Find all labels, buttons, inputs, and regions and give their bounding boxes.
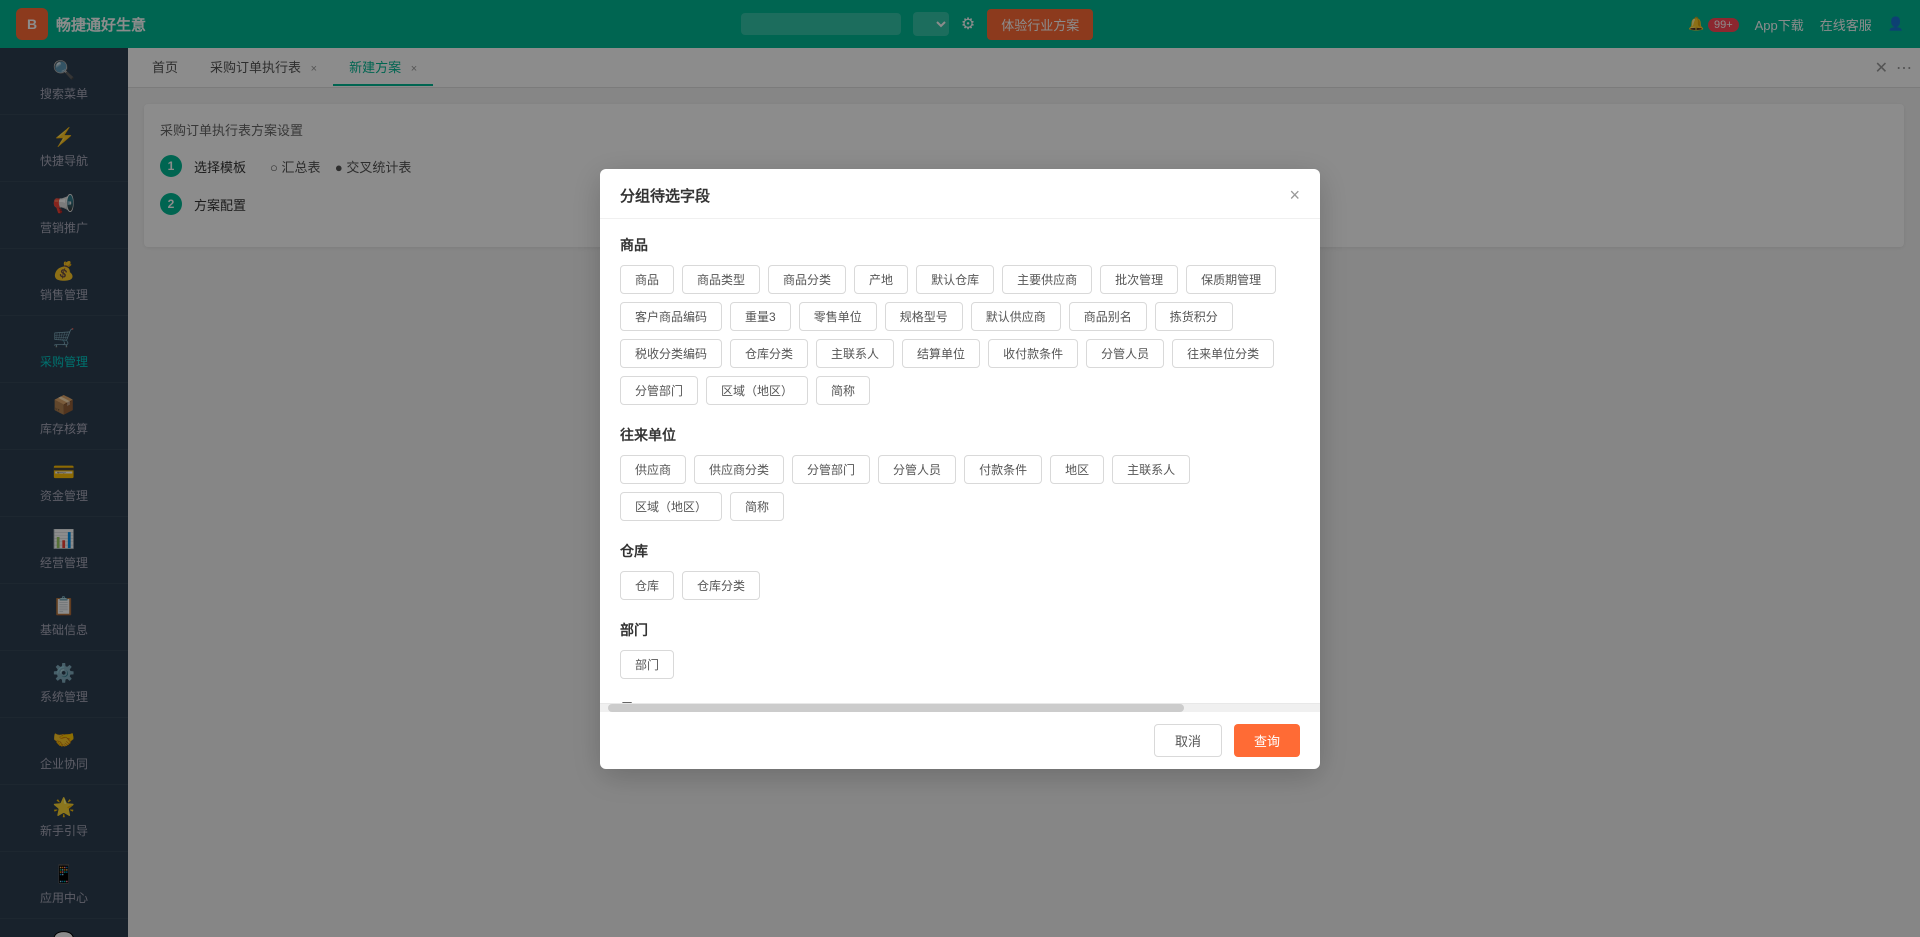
field-section-1: 往来单位供应商供应商分类分管部门分管人员付款条件地区主联系人区域（地区） 简称 [620, 425, 1300, 521]
section-title-3: 部门 [620, 620, 1300, 640]
field-tag-0-8[interactable]: 客户商品编码 [620, 302, 722, 331]
field-tag-0-23[interactable]: 区域（地区） [706, 376, 808, 405]
field-tag-0-19[interactable]: 收付款条件 [988, 339, 1078, 368]
modal-close-button[interactable]: × [1289, 185, 1300, 206]
section-title-2: 仓库 [620, 541, 1300, 561]
field-tag-0-17[interactable]: 主联系人 [816, 339, 894, 368]
field-tag-0-1[interactable]: 商品类型 [682, 265, 760, 294]
modal-footer: 取消 查询 [600, 711, 1320, 769]
field-section-3: 部门部门 [620, 620, 1300, 679]
field-tag-2-1[interactable]: 仓库分类 [682, 571, 760, 600]
field-tag-0-7[interactable]: 保质期管理 [1186, 265, 1276, 294]
field-section-0: 商品商品商品类型商品分类产地默认仓库主要供应商批次管理保质期管理客户商品编码重量… [620, 235, 1300, 405]
field-tag-0-20[interactable]: 分管人员 [1086, 339, 1164, 368]
field-tag-0-22[interactable]: 分管部门 [620, 376, 698, 405]
field-tag-1-3[interactable]: 分管人员 [878, 455, 956, 484]
field-tag-0-21[interactable]: 往来单位分类 [1172, 339, 1274, 368]
field-tag-0-9[interactable]: 重量3 [730, 302, 791, 331]
field-tag-0-12[interactable]: 默认供应商 [971, 302, 1061, 331]
field-tag-1-7[interactable]: 区域（地区） [620, 492, 722, 521]
section-title-1: 往来单位 [620, 425, 1300, 445]
field-tag-1-1[interactable]: 供应商分类 [694, 455, 784, 484]
confirm-button[interactable]: 查询 [1234, 724, 1300, 757]
field-tag-1-8[interactable]: 简称 [730, 492, 784, 521]
fields-grid-0: 商品商品类型商品分类产地默认仓库主要供应商批次管理保质期管理客户商品编码重量3 零… [620, 265, 1300, 405]
field-tag-0-5[interactable]: 主要供应商 [1002, 265, 1092, 294]
field-tag-0-2[interactable]: 商品分类 [768, 265, 846, 294]
field-tag-0-6[interactable]: 批次管理 [1100, 265, 1178, 294]
field-tag-0-0[interactable]: 商品 [620, 265, 674, 294]
field-tag-2-0[interactable]: 仓库 [620, 571, 674, 600]
field-tag-0-10[interactable]: 零售单位 [799, 302, 877, 331]
fields-grid-1: 供应商供应商分类分管部门分管人员付款条件地区主联系人区域（地区） 简称 [620, 455, 1300, 521]
fields-grid-2: 仓库仓库分类 [620, 571, 1300, 600]
field-tag-3-0[interactable]: 部门 [620, 650, 674, 679]
field-tag-1-0[interactable]: 供应商 [620, 455, 686, 484]
field-tag-0-13[interactable]: 商品别名 [1069, 302, 1147, 331]
modal-horizontal-scrollbar[interactable] [600, 703, 1320, 711]
field-tag-0-14[interactable]: 拣货积分 [1155, 302, 1233, 331]
field-tag-0-24[interactable]: 简称 [816, 376, 870, 405]
field-tag-0-16[interactable]: 仓库分类 [730, 339, 808, 368]
fields-grid-3: 部门 [620, 650, 1300, 679]
modal-title: 分组待选字段 [620, 185, 710, 206]
field-section-2: 仓库仓库仓库分类 [620, 541, 1300, 600]
field-tag-0-11[interactable]: 规格型号 [885, 302, 963, 331]
field-tag-0-4[interactable]: 默认仓库 [916, 265, 994, 294]
field-tag-0-18[interactable]: 结算单位 [902, 339, 980, 368]
modal-body[interactable]: 商品商品商品类型商品分类产地默认仓库主要供应商批次管理保质期管理客户商品编码重量… [600, 219, 1320, 703]
cancel-button[interactable]: 取消 [1154, 724, 1222, 757]
field-tag-1-6[interactable]: 主联系人 [1112, 455, 1190, 484]
field-tag-1-5[interactable]: 地区 [1050, 455, 1104, 484]
modal-overlay[interactable]: 分组待选字段 × 商品商品商品类型商品分类产地默认仓库主要供应商批次管理保质期管… [0, 0, 1920, 937]
field-tag-1-2[interactable]: 分管部门 [792, 455, 870, 484]
modal-dialog: 分组待选字段 × 商品商品商品类型商品分类产地默认仓库主要供应商批次管理保质期管… [600, 169, 1320, 769]
field-tag-0-15[interactable]: 税收分类编码 [620, 339, 722, 368]
field-tag-0-3[interactable]: 产地 [854, 265, 908, 294]
modal-header: 分组待选字段 × [600, 169, 1320, 219]
section-title-0: 商品 [620, 235, 1300, 255]
hscroll-thumb [608, 704, 1184, 712]
field-tag-1-4[interactable]: 付款条件 [964, 455, 1042, 484]
